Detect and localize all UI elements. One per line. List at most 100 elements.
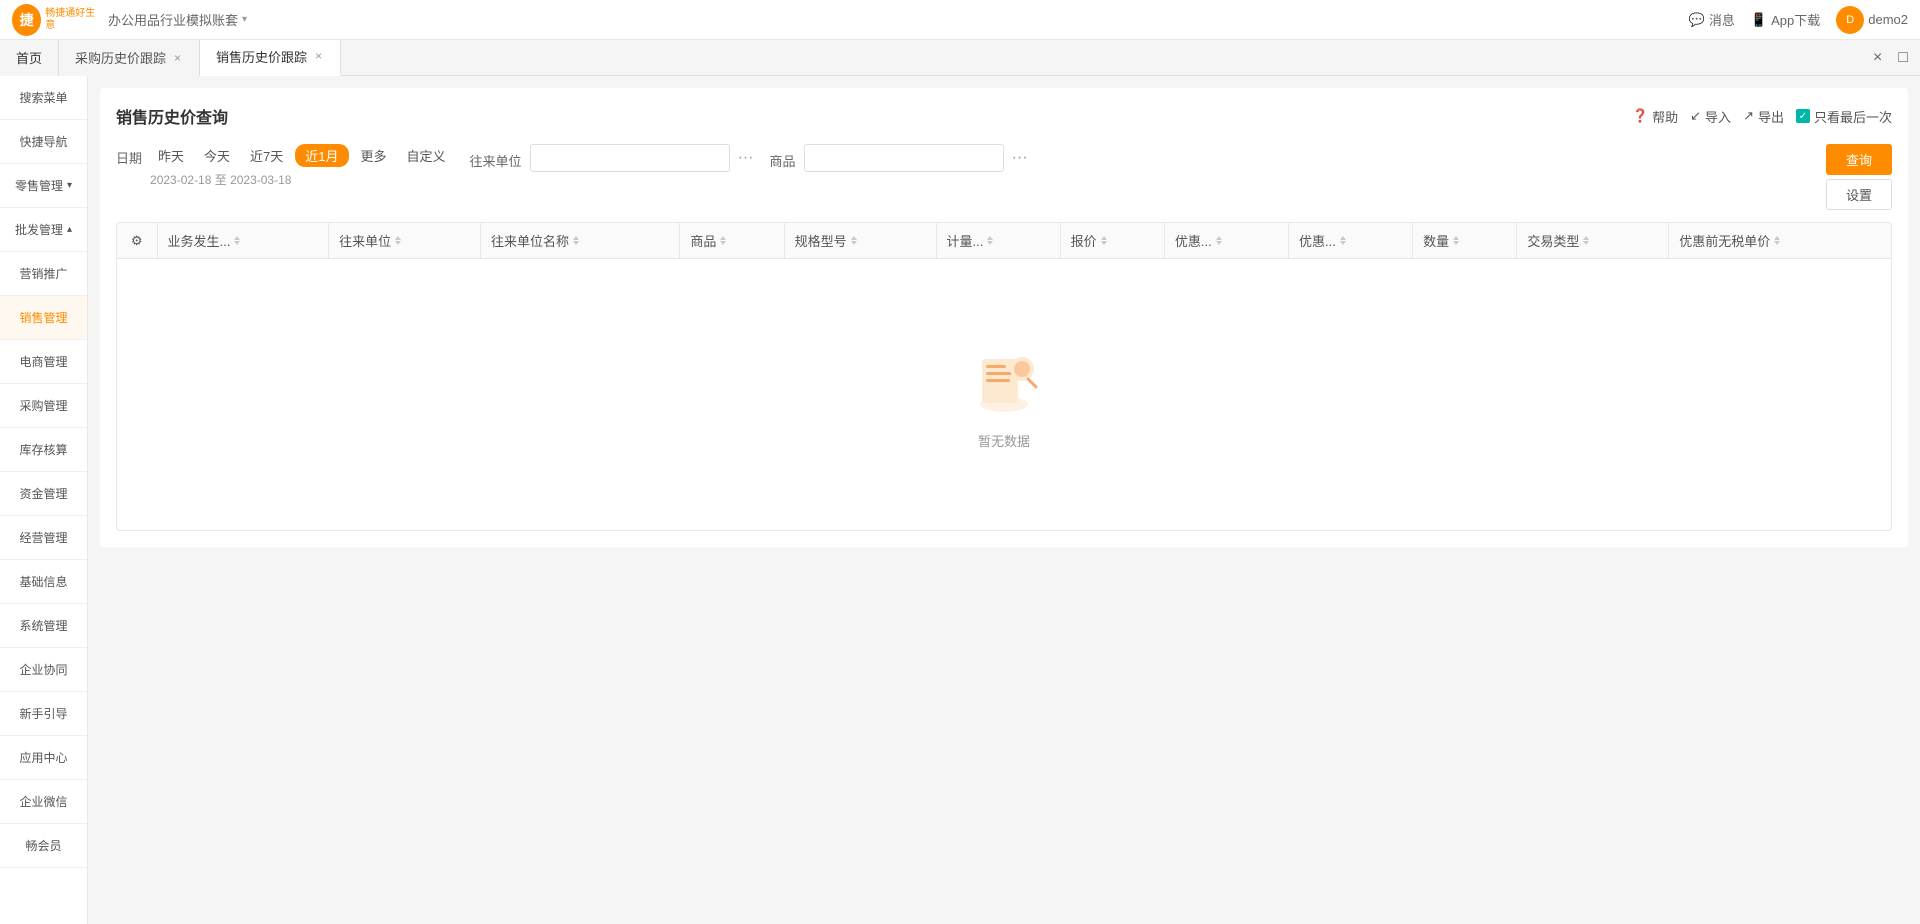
page-header: 销售历史价查询 ❓ 帮助 ↙ 导入 ↗ 导出 xyxy=(116,104,1892,128)
only-last-label: 只看最后一次 xyxy=(1814,107,1892,126)
empty-text: 暂无数据 xyxy=(978,431,1030,450)
date-btn-1month[interactable]: 近1月 xyxy=(295,144,348,167)
page-header-actions: ❓ 帮助 ↙ 导入 ↗ 导出 ✓ 只看最后一次 xyxy=(1632,107,1892,126)
sidebar-item-operations-label: 经营管理 xyxy=(19,529,67,546)
sidebar-item-purchase-mgmt[interactable]: 采购管理 xyxy=(0,384,87,428)
sidebar-item-search-label: 搜索菜单 xyxy=(19,89,67,106)
th-trade-type-label: 交易类型 xyxy=(1527,231,1579,250)
th-discount1[interactable]: 优惠... xyxy=(1164,223,1288,259)
sidebar-item-enterprise[interactable]: 企业协同 xyxy=(0,648,87,692)
sidebar-item-wechat[interactable]: 企业微信 xyxy=(0,780,87,824)
date-btn-more[interactable]: 更多 xyxy=(353,144,395,167)
sort-goods-icon xyxy=(720,236,726,245)
sidebar-item-search[interactable]: 搜索菜单 xyxy=(0,76,87,120)
app-title-bar[interactable]: 办公用品行业模拟账套 ▾ xyxy=(100,10,1689,29)
settings-button[interactable]: 设置 xyxy=(1826,179,1892,210)
tab-purchase[interactable]: 采购历史价跟踪 × xyxy=(59,40,200,76)
sidebar-item-vip[interactable]: 畅会员 xyxy=(0,824,87,868)
th-unit[interactable]: 计量... xyxy=(936,223,1060,259)
export-icon: ↗ xyxy=(1743,108,1754,124)
logo-icon: 捷 xyxy=(12,4,41,36)
sidebar-item-system[interactable]: 系统管理 xyxy=(0,604,87,648)
th-spec[interactable]: 规格型号 xyxy=(784,223,936,259)
th-pretax-price[interactable]: 优惠前无税单价 xyxy=(1669,223,1891,259)
sidebar-item-apps-label: 应用中心 xyxy=(19,749,67,766)
th-unit-label: 计量... xyxy=(947,231,984,250)
sidebar-item-ecommerce[interactable]: 电商管理 xyxy=(0,340,87,384)
sidebar-item-wholesale[interactable]: 批发管理 ▴ xyxy=(0,208,87,252)
sort-pretax-price-icon xyxy=(1774,236,1780,245)
export-button[interactable]: ↗ 导出 xyxy=(1743,107,1784,126)
th-goods[interactable]: 商品 xyxy=(680,223,784,259)
tab-maximize-button[interactable]: □ xyxy=(1894,47,1912,69)
help-button[interactable]: ❓ 帮助 xyxy=(1632,107,1678,126)
user-area[interactable]: D demo2 xyxy=(1836,6,1908,34)
sidebar-item-sales-mgmt[interactable]: 销售管理 xyxy=(0,296,87,340)
sidebar-item-basic-label: 基础信息 xyxy=(19,573,67,590)
sort-trade-type-icon xyxy=(1583,236,1589,245)
empty-state: 暂无数据 xyxy=(117,259,1891,530)
th-settings[interactable]: ⚙ xyxy=(117,223,157,259)
tab-sales-close[interactable]: × xyxy=(313,49,324,63)
sidebar-item-marketing[interactable]: 营销推广 xyxy=(0,252,87,296)
date-btn-yesterday[interactable]: 昨天 xyxy=(150,144,192,167)
th-partner-name[interactable]: 往来单位名称 xyxy=(480,223,679,259)
sort-spec-icon xyxy=(851,236,857,245)
date-btn-7days[interactable]: 近7天 xyxy=(242,144,291,167)
sidebar-item-enterprise-label: 企业协同 xyxy=(19,661,67,678)
partner-filter-group: 往来单位 ··· xyxy=(470,144,754,172)
th-partner-code-label: 往来单位 xyxy=(339,231,391,250)
sort-price-icon xyxy=(1101,236,1107,245)
tab-sales-label: 销售历史价跟踪 xyxy=(216,47,307,66)
th-discount1-label: 优惠... xyxy=(1175,231,1212,250)
goods-filter-group: 商品 ··· xyxy=(770,144,1028,172)
query-button[interactable]: 查询 xyxy=(1826,144,1892,175)
content-area: 销售历史价查询 ❓ 帮助 ↙ 导入 ↗ 导出 xyxy=(88,76,1920,924)
data-table: ⚙ 业务发生... xyxy=(117,223,1891,259)
sidebar-item-retail[interactable]: 零售管理 ▾ xyxy=(0,164,87,208)
th-pretax-price-label: 优惠前无税单价 xyxy=(1679,231,1770,250)
import-button[interactable]: ↙ 导入 xyxy=(1690,107,1731,126)
sidebar-item-newbie[interactable]: 新手引导 xyxy=(0,692,87,736)
sidebar-item-apps[interactable]: 应用中心 xyxy=(0,736,87,780)
th-discount2-label: 优惠... xyxy=(1299,231,1336,250)
app-download-button[interactable]: 📱 App下载 xyxy=(1751,10,1820,29)
sidebar-item-operations[interactable]: 经营管理 xyxy=(0,516,87,560)
sidebar-item-wholesale-label: 批发管理 xyxy=(15,221,63,238)
app-title-dropdown-icon[interactable]: ▾ xyxy=(242,14,247,25)
sidebar-item-inventory[interactable]: 库存核算 xyxy=(0,428,87,472)
wholesale-expand-icon: ▴ xyxy=(67,224,72,235)
date-range-text: 2023-02-18 至 2023-03-18 xyxy=(150,171,454,188)
date-filters: 昨天 今天 近7天 近1月 更多 自定义 2023-02-18 至 2023-0… xyxy=(150,144,454,188)
partner-input[interactable] xyxy=(530,144,730,172)
partner-filter-dots[interactable]: ··· xyxy=(738,149,754,167)
th-price[interactable]: 报价 xyxy=(1060,223,1164,259)
sidebar-item-inventory-label: 库存核算 xyxy=(19,441,67,458)
date-btn-today[interactable]: 今天 xyxy=(196,144,238,167)
gear-icon: ⚙ xyxy=(131,233,143,248)
th-biz-date[interactable]: 业务发生... xyxy=(157,223,329,259)
goods-filter-dots[interactable]: ··· xyxy=(1012,149,1028,167)
sidebar-item-finance[interactable]: 资金管理 xyxy=(0,472,87,516)
goods-input[interactable] xyxy=(804,144,1004,172)
th-discount2[interactable]: 优惠... xyxy=(1288,223,1412,259)
date-btn-custom[interactable]: 自定义 xyxy=(399,144,454,167)
messages-button[interactable]: 💬 消息 xyxy=(1689,10,1735,29)
only-last-checkbox-label[interactable]: ✓ 只看最后一次 xyxy=(1796,107,1892,126)
th-trade-type[interactable]: 交易类型 xyxy=(1517,223,1669,259)
th-biz-date-label: 业务发生... xyxy=(168,231,231,250)
sort-discount2-icon xyxy=(1340,236,1346,245)
sidebar-item-quicknav[interactable]: 快捷导航 xyxy=(0,120,87,164)
tab-home[interactable]: 首页 xyxy=(0,40,59,76)
tab-close-all-button[interactable]: × xyxy=(1869,47,1886,69)
tab-bar: 首页 采购历史价跟踪 × 销售历史价跟踪 × × □ xyxy=(0,40,1920,76)
goods-filter-label: 商品 xyxy=(770,147,796,170)
tab-purchase-close[interactable]: × xyxy=(172,51,183,65)
sidebar-item-system-label: 系统管理 xyxy=(19,617,67,634)
sidebar-item-basic[interactable]: 基础信息 xyxy=(0,560,87,604)
th-goods-label: 商品 xyxy=(690,231,716,250)
th-quantity[interactable]: 数量 xyxy=(1413,223,1517,259)
th-partner-code[interactable]: 往来单位 xyxy=(329,223,481,259)
only-last-checkbox-icon: ✓ xyxy=(1796,109,1810,123)
tab-sales[interactable]: 销售历史价跟踪 × xyxy=(200,40,341,76)
